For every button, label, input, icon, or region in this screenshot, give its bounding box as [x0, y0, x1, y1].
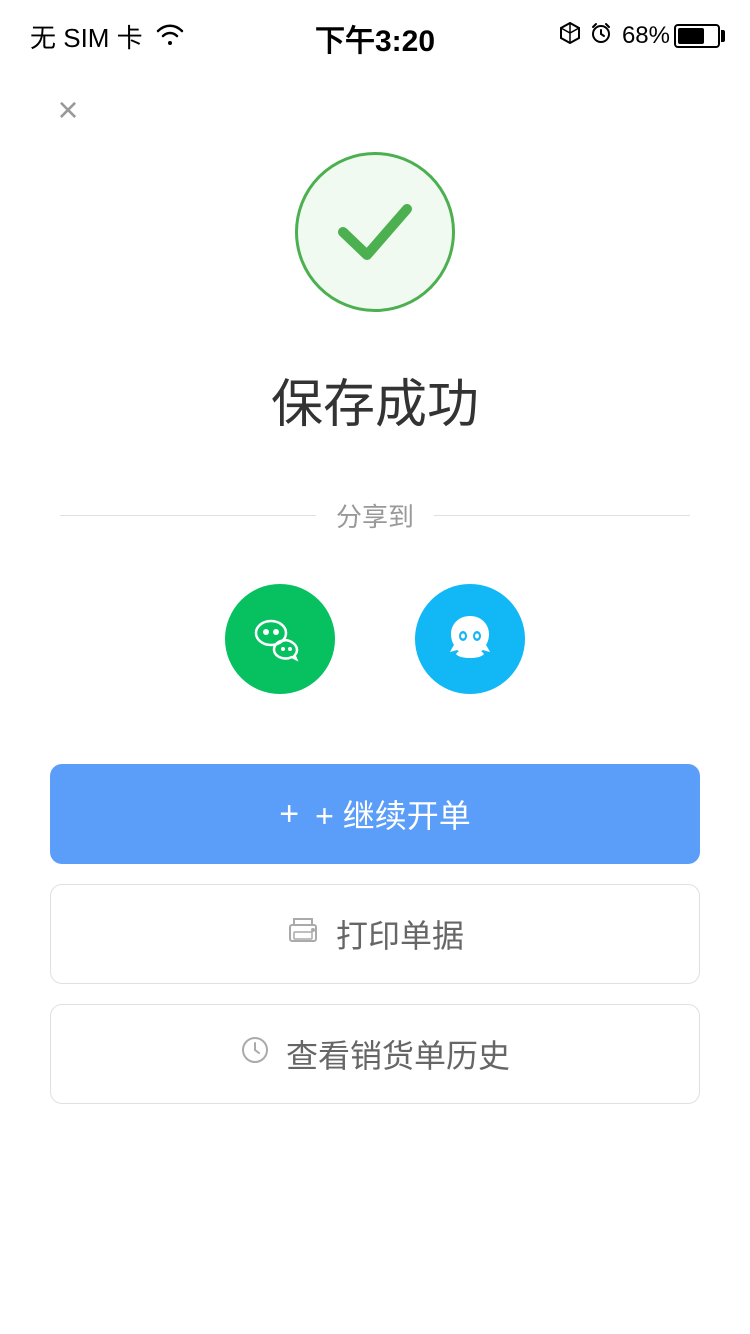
success-circle — [295, 152, 455, 312]
status-time: 下午3:20 — [315, 16, 435, 60]
share-section: 分享到 — [0, 497, 750, 694]
printer-icon — [286, 915, 320, 953]
print-button[interactable]: 打印单据 — [50, 884, 700, 984]
battery-icon — [674, 24, 720, 48]
close-icon: × — [57, 89, 78, 131]
history-label: 查看销货单历史 — [286, 1031, 510, 1077]
qq-share-button[interactable] — [415, 584, 525, 694]
status-left: 无 SIM 卡 — [30, 18, 185, 55]
location-icon — [560, 22, 580, 51]
plus-icon: + — [279, 795, 299, 834]
divider-left — [60, 515, 316, 516]
wechat-share-button[interactable] — [225, 584, 335, 694]
success-title: 保存成功 — [271, 362, 479, 437]
share-label: 分享到 — [336, 497, 414, 534]
divider-right — [434, 515, 690, 516]
battery-percentage: 68% — [622, 22, 670, 50]
print-label: 打印单据 — [336, 911, 464, 957]
share-buttons — [60, 584, 690, 694]
main-content: 保存成功 分享到 — [0, 72, 750, 1104]
history-button[interactable]: 查看销货单历史 — [50, 1004, 700, 1104]
close-button[interactable]: × — [40, 82, 96, 138]
wechat-icon — [248, 607, 312, 671]
alarm-icon — [590, 22, 612, 51]
clock-icon — [240, 1035, 270, 1073]
action-buttons: + + 继续开单 打印单据 查看销货单历 — [50, 764, 700, 1104]
checkmark-icon — [335, 197, 415, 267]
wifi-icon — [155, 21, 185, 52]
battery-indicator: 68% — [622, 22, 720, 50]
qq-icon — [441, 610, 499, 668]
continue-button[interactable]: + + 继续开单 — [50, 764, 700, 864]
share-divider: 分享到 — [60, 497, 690, 534]
status-bar: 无 SIM 卡 下午3:20 68% — [0, 0, 750, 72]
continue-label: + 继续开单 — [315, 791, 471, 837]
no-sim-text: 无 SIM 卡 — [30, 18, 143, 55]
status-right: 68% — [560, 22, 720, 51]
